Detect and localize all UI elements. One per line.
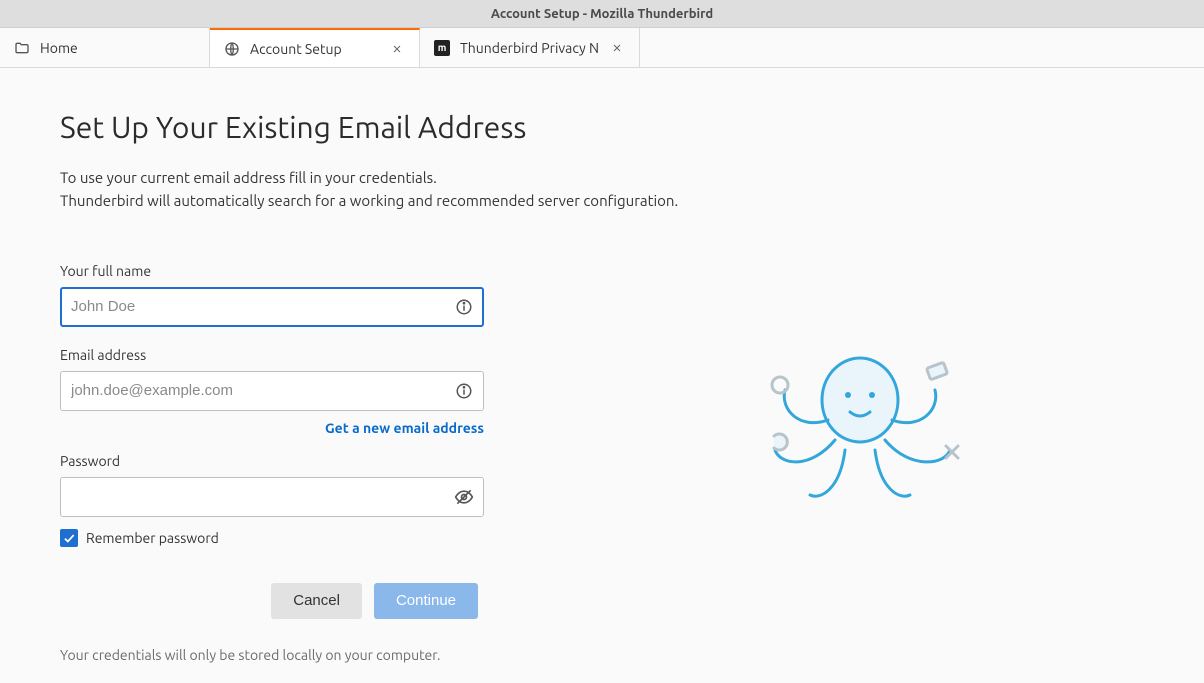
get-new-email-link[interactable]: Get a new email address — [325, 420, 484, 436]
password-field: Password — [60, 453, 484, 517]
page-title: Set Up Your Existing Email Address — [60, 110, 1204, 144]
intro-line-1: To use your current email address fill i… — [60, 166, 800, 189]
folder-icon — [14, 40, 30, 56]
fullname-field: Your full name — [60, 263, 484, 327]
tab-privacy-notice[interactable]: m Thunderbird Privacy N — [420, 28, 640, 67]
email-field: Email address — [60, 347, 484, 411]
continue-button[interactable]: Continue — [374, 583, 478, 619]
main-content: Set Up Your Existing Email Address To us… — [0, 68, 1204, 663]
account-form: Your full name Email address Get a new e… — [60, 263, 484, 663]
fullname-input[interactable] — [60, 287, 484, 327]
window-title: Account Setup - Mozilla Thunderbird — [491, 7, 713, 21]
tab-label: Account Setup — [250, 41, 379, 57]
close-icon[interactable] — [609, 40, 625, 56]
tab-label: Thunderbird Privacy N — [460, 40, 599, 56]
remember-password-row: Remember password — [60, 529, 484, 547]
fullname-label: Your full name — [60, 263, 484, 279]
remember-password-checkbox[interactable] — [60, 529, 78, 547]
intro-line-2: Thunderbird will automatically search fo… — [60, 189, 800, 212]
password-label: Password — [60, 453, 484, 469]
octopus-illustration — [750, 340, 970, 520]
tab-strip: Home Account Setup m Thunderbird Privacy… — [0, 28, 1204, 68]
eye-off-icon[interactable] — [454, 487, 474, 507]
close-icon[interactable] — [389, 41, 405, 57]
info-icon[interactable] — [454, 381, 474, 401]
email-label: Email address — [60, 347, 484, 363]
email-input[interactable] — [60, 371, 484, 411]
tab-account-setup[interactable]: Account Setup — [210, 28, 420, 67]
info-icon[interactable] — [454, 297, 474, 317]
cancel-button[interactable]: Cancel — [271, 583, 362, 619]
logo-icon: m — [434, 40, 450, 56]
new-email-link-row: Get a new email address — [60, 419, 484, 437]
footnote-text: Your credentials will only be stored loc… — [60, 647, 484, 663]
window-titlebar: Account Setup - Mozilla Thunderbird — [0, 0, 1204, 28]
globe-icon — [224, 41, 240, 57]
tab-label: Home — [40, 40, 195, 56]
password-input[interactable] — [60, 477, 484, 517]
remember-password-label: Remember password — [86, 530, 219, 546]
button-row: Cancel Continue — [60, 583, 484, 619]
intro-text: To use your current email address fill i… — [60, 166, 800, 213]
tab-home[interactable]: Home — [0, 28, 210, 67]
